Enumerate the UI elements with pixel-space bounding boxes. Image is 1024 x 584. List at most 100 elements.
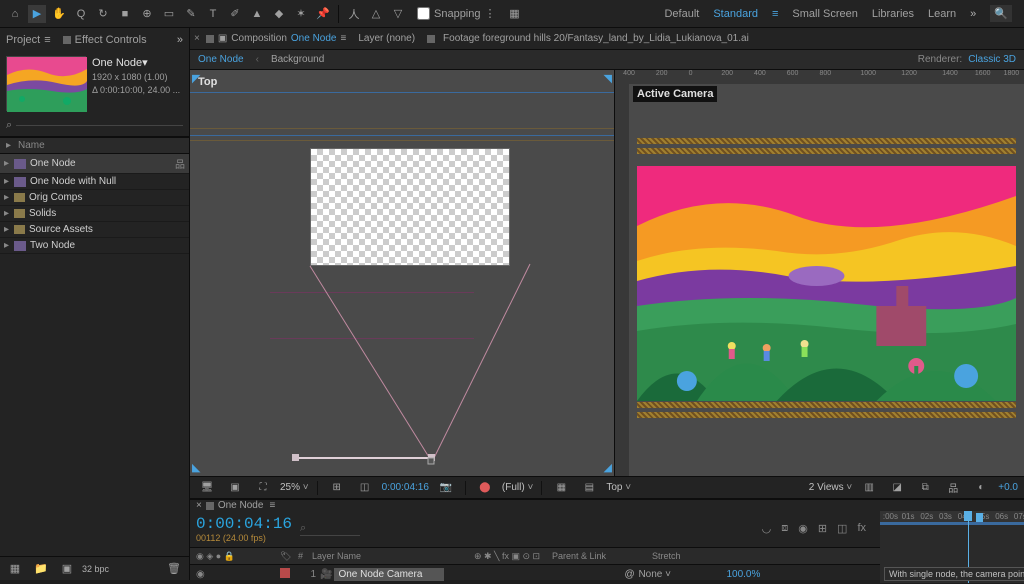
resolution-icon[interactable]: ⊞ <box>328 479 346 497</box>
fill-icon[interactable]: ▦ <box>506 5 524 23</box>
asset-row[interactable]: ▸One Node with Null <box>0 174 189 190</box>
frame-blend-icon[interactable]: ⧈ <box>781 522 788 536</box>
tl-close-icon[interactable]: × <box>196 500 202 511</box>
name-column-header[interactable]: Name <box>18 140 45 151</box>
composition-tab[interactable]: ▣ Composition One Node ≡ <box>200 33 352 44</box>
hand-tool-icon[interactable]: ✋ <box>50 5 68 23</box>
graph-editor-icon[interactable]: ⊞ <box>818 522 827 536</box>
expression-icon[interactable]: fx <box>857 522 866 536</box>
selection-tool-icon[interactable]: ▶ <box>28 5 46 23</box>
breadcrumb-current[interactable]: One Node <box>198 54 244 65</box>
flowchart-icon[interactable]: 品 <box>944 479 962 497</box>
workspace-libraries[interactable]: Libraries <box>872 8 914 20</box>
fast-previews-icon[interactable]: ◪ <box>888 479 906 497</box>
comp-marker[interactable] <box>976 513 983 522</box>
shape-tool-icon[interactable]: ▭ <box>160 5 178 23</box>
always-preview-icon[interactable]: 🖥 <box>198 479 216 497</box>
panel-overflow-icon[interactable]: » <box>177 34 183 46</box>
workspace-menu-icon[interactable]: ≡ <box>772 8 778 20</box>
snapping-checkbox[interactable] <box>417 7 430 20</box>
interpret-footage-icon[interactable]: ▦ <box>6 560 24 578</box>
guides-icon[interactable]: ▤ <box>580 479 598 497</box>
tl-menu-icon[interactable]: ≡ <box>269 500 275 511</box>
bpc-toggle[interactable]: 32 bpc <box>82 564 109 574</box>
layer-tab[interactable]: Layer (none) <box>352 33 421 44</box>
pickwhip-icon[interactable]: @ <box>624 569 638 580</box>
snapshot-icon[interactable]: 📷 <box>437 479 455 497</box>
project-tab[interactable]: Project <box>6 34 40 46</box>
timeline-icon[interactable]: ⧉ <box>916 479 934 497</box>
search-icon[interactable]: 🔍 <box>990 5 1012 22</box>
asset-row[interactable]: ▸Orig Comps <box>0 190 189 206</box>
brush-tool-icon[interactable]: ✐ <box>226 5 244 23</box>
type-tool-icon[interactable]: T <box>204 5 222 23</box>
axis-world-icon[interactable]: △ <box>367 5 385 23</box>
workspace-default[interactable]: Default <box>664 8 699 20</box>
quality-dropdown[interactable]: (Full) ˅ <box>502 482 533 493</box>
channel-icon[interactable]: ⬤ <box>476 479 494 497</box>
axis-view-icon[interactable]: ▽ <box>389 5 407 23</box>
zoom-tool-icon[interactable]: Q <box>72 5 90 23</box>
pixel-aspect-icon[interactable]: ▥ <box>860 479 878 497</box>
timeline-track-area[interactable]: :00s 01s 02s 03s 04s 05s 06s 07s With <box>880 511 1024 583</box>
layer-name-header[interactable]: Layer Name <box>312 551 462 561</box>
parent-header[interactable]: Parent & Link <box>552 551 652 561</box>
playhead-handle[interactable] <box>964 511 972 521</box>
asset-row[interactable]: ▸Two Node <box>0 238 189 254</box>
stretch-header[interactable]: Stretch <box>652 551 681 561</box>
viewport-top[interactable]: Top ◤ <box>190 70 615 476</box>
tab-menu-icon[interactable]: ≡ <box>340 33 346 44</box>
search-input[interactable] <box>16 125 183 126</box>
roi-icon[interactable]: ◫ <box>356 479 374 497</box>
current-timecode[interactable]: 0:00:04:16 <box>196 515 292 533</box>
current-time[interactable]: 0:00:04:16 <box>382 482 429 493</box>
pan-behind-tool-icon[interactable]: ⊕ <box>138 5 156 23</box>
parent-dropdown[interactable]: None ˅ <box>638 569 718 580</box>
layer-row[interactable]: ◉ 1 🎥 One Node Camera @ None ˅ 100.0% <box>190 565 880 583</box>
viewport-active-camera[interactable]: 400200020040060080010001200140016001800 … <box>615 70 1024 476</box>
grid-icon[interactable]: ▦ <box>552 479 570 497</box>
camera-tool-icon[interactable]: ■ <box>116 5 134 23</box>
expand-all-icon[interactable]: ▸ <box>6 140 18 151</box>
timeline-ruler[interactable]: :00s 01s 02s 03s 04s 05s 06s 07s <box>880 511 1024 525</box>
roto-tool-icon[interactable]: ✶ <box>292 5 310 23</box>
search-icon[interactable]: ⌕ <box>6 119 12 132</box>
asset-row[interactable]: ▸Solids <box>0 206 189 222</box>
workspace-more-icon[interactable]: » <box>970 8 976 20</box>
new-folder-icon[interactable]: 📁 <box>32 560 50 578</box>
axis-local-icon[interactable]: 人 <box>345 5 363 23</box>
workspace-small[interactable]: Small Screen <box>792 8 857 20</box>
home-icon[interactable]: ⌂ <box>6 5 24 23</box>
new-comp-icon[interactable]: ▣ <box>58 560 76 578</box>
view-dropdown[interactable]: Top ˅ <box>606 482 631 493</box>
orbit-tool-icon[interactable]: ↻ <box>94 5 112 23</box>
comp-thumbnail[interactable] <box>6 56 86 111</box>
trash-icon[interactable]: 🗑 <box>165 560 183 578</box>
workspace-standard[interactable]: Standard <box>713 8 758 20</box>
stretch-value[interactable]: 100.0% <box>726 569 760 580</box>
tl-search-input[interactable]: ⌕ <box>300 522 360 536</box>
magnify-icon[interactable]: ▣ <box>226 479 244 497</box>
renderer-value[interactable]: Classic 3D <box>968 54 1016 65</box>
clone-tool-icon[interactable]: ▲ <box>248 5 266 23</box>
layer-name[interactable]: One Node Camera <box>334 568 444 581</box>
asset-row[interactable]: ▸Source Assets <box>0 222 189 238</box>
project-menu-icon[interactable]: ≡ <box>44 34 50 46</box>
footage-tab[interactable]: Footage foreground hills 20/Fantasy_land… <box>421 33 755 44</box>
breadcrumb-background[interactable]: Background <box>271 54 324 65</box>
motion-blur-icon[interactable]: ◉ <box>798 522 808 536</box>
puppet-tool-icon[interactable]: 📌 <box>314 5 332 23</box>
asset-row[interactable]: ▸One Node品 <box>0 154 189 174</box>
snapping-toggle[interactable]: Snapping ⋮ <box>417 7 496 20</box>
exposure-value[interactable]: +0.0 <box>998 482 1018 493</box>
reset-exposure-icon[interactable]: ◐ <box>972 479 990 497</box>
eraser-tool-icon[interactable]: ◆ <box>270 5 288 23</box>
timeline-tab[interactable]: One Node <box>218 500 264 511</box>
shy-icon[interactable]: ◡ <box>762 522 772 536</box>
draft3d-icon[interactable]: ◫ <box>837 522 847 536</box>
workspace-learn[interactable]: Learn <box>928 8 956 20</box>
views-dropdown[interactable]: 2 Views ˅ <box>809 482 852 493</box>
transparency-grid-icon[interactable]: ⛶ <box>254 479 272 497</box>
effect-controls-tab[interactable]: Effect Controls <box>75 34 147 46</box>
zoom-dropdown[interactable]: 25% ˅ <box>280 482 309 493</box>
